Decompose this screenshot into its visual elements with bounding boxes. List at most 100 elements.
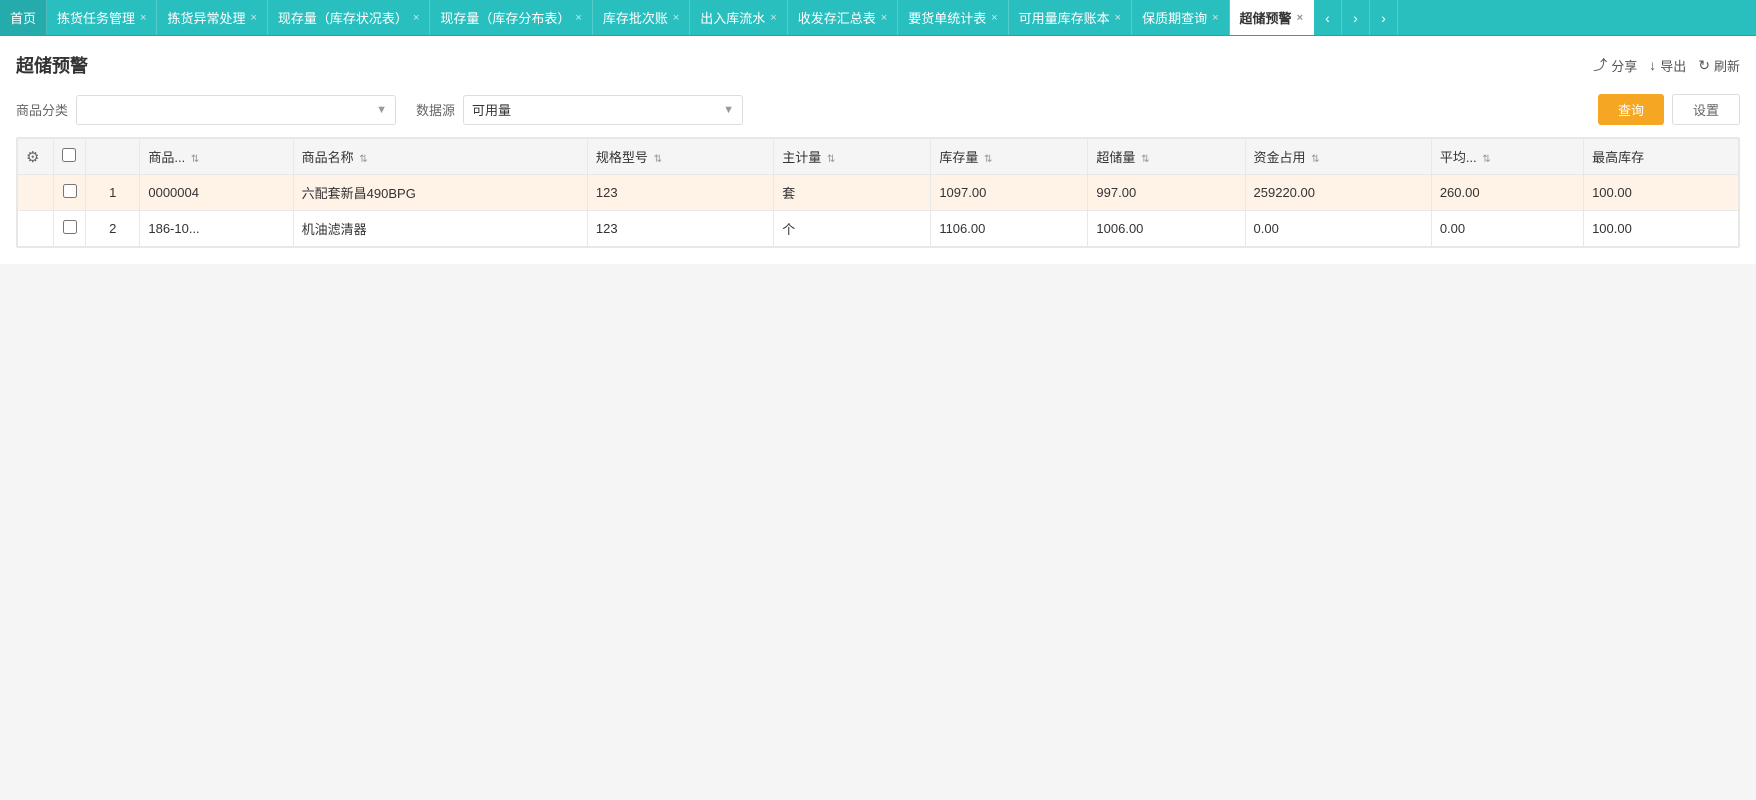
th-spec[interactable]: 规格型号 ⇅ — [587, 139, 773, 175]
nav-item-stock-status[interactable]: 现存量（库存状况表） × — [268, 0, 430, 36]
datasource-value: 可用量 — [472, 100, 511, 119]
close-icon-quality[interactable]: × — [1212, 12, 1218, 24]
category-arrow-icon: ▼ — [376, 104, 387, 116]
nav-next-arrow[interactable]: › — [1342, 0, 1370, 36]
export-label: 导出 — [1660, 56, 1686, 75]
gear-icon[interactable]: ⚙ — [26, 149, 39, 166]
th-max-stock[interactable]: 最高库存 — [1584, 139, 1739, 175]
th-product-name[interactable]: 商品名称 ⇅ — [293, 139, 587, 175]
share-button[interactable]: ⤴ 分享 — [1593, 55, 1637, 75]
sort-icon-product-name: ⇅ — [359, 154, 367, 165]
close-icon-summary[interactable]: × — [881, 12, 887, 24]
data-table: ⚙ 商品... ⇅ 商品名称 ⇅ 规格型号 — [17, 138, 1739, 247]
nav-item-overstock[interactable]: 超储预警 × — [1230, 0, 1314, 36]
page-title: 超储预警 — [16, 52, 88, 78]
nav-item-inout[interactable]: 出入库流水 × — [690, 0, 787, 36]
table-header-row: ⚙ 商品... ⇅ 商品名称 ⇅ 规格型号 — [18, 139, 1739, 175]
nav-item-stock-dist[interactable]: 现存量（库存分布表） × — [430, 0, 592, 36]
header-actions: ⤴ 分享 ↓ 导出 ↻ 刷新 — [1593, 55, 1740, 75]
nav-label-avail: 可用量库存账本 — [1019, 8, 1110, 27]
nav-prev-arrow[interactable]: ‹ — [1314, 0, 1342, 36]
export-button[interactable]: ↓ 导出 — [1649, 56, 1686, 75]
nav-item-exception[interactable]: 拣货异常处理 × — [157, 0, 267, 36]
table-row: 2 186-10... 机油滤清器 123 个 1106.00 1006.00 … — [18, 211, 1739, 247]
th-avg[interactable]: 平均... ⇅ — [1431, 139, 1583, 175]
td-product-name-0: 六配套新昌490BPG — [293, 175, 587, 211]
nav-label-overstock: 超储预警 — [1240, 8, 1292, 27]
th-product-code[interactable]: 商品... ⇅ — [140, 139, 293, 175]
td-row-num-0: 1 — [86, 175, 140, 211]
close-icon-batch[interactable]: × — [673, 12, 679, 24]
th-fund-occ[interactable]: 资金占用 ⇅ — [1245, 139, 1431, 175]
td-product-code-1: 186-10... — [140, 211, 293, 247]
datasource-filter-group: 数据源 可用量 ▼ — [416, 95, 743, 125]
td-overstock-1: 1006.00 — [1088, 211, 1245, 247]
nav-item-avail[interactable]: 可用量库存账本 × — [1009, 0, 1132, 36]
nav-item-batch[interactable]: 库存批次账 × — [593, 0, 690, 36]
sort-icon-spec: ⇅ — [654, 154, 662, 165]
sort-icon-stock: ⇅ — [984, 154, 992, 165]
nav-label-stock-status: 现存量（库存状况表） — [278, 8, 408, 27]
select-all-checkbox[interactable] — [62, 148, 76, 162]
query-button[interactable]: 查询 — [1598, 94, 1664, 125]
datasource-label: 数据源 — [416, 100, 455, 119]
nav-item-home[interactable]: 首页 — [0, 0, 47, 36]
sort-icon-fund-occ: ⇅ — [1311, 154, 1319, 165]
td-avg-0: 260.00 — [1431, 175, 1583, 211]
settings-button[interactable]: 设置 — [1672, 94, 1740, 125]
td-row-actions-1 — [18, 211, 54, 247]
share-icon: ⤴ — [1593, 55, 1607, 75]
nav-label-task: 拣货任务管理 — [57, 8, 135, 27]
row-checkbox-0[interactable] — [63, 184, 77, 198]
refresh-icon: ↻ — [1698, 57, 1710, 74]
datasource-arrow-icon: ▼ — [723, 104, 734, 116]
td-checkbox-0[interactable] — [54, 175, 86, 211]
page-header: 超储预警 ⤴ 分享 ↓ 导出 ↻ 刷新 — [16, 52, 1740, 78]
close-icon-overstock[interactable]: × — [1297, 12, 1303, 24]
close-icon-req[interactable]: × — [991, 12, 997, 24]
close-icon-avail[interactable]: × — [1115, 12, 1121, 24]
td-max-stock-1: 100.00 — [1584, 211, 1739, 247]
nav-item-req[interactable]: 要货单统计表 × — [898, 0, 1008, 36]
category-select[interactable]: ▼ — [76, 95, 396, 125]
category-filter-group: 商品分类 ▼ — [16, 95, 396, 125]
nav-item-summary[interactable]: 收发存汇总表 × — [788, 0, 898, 36]
nav-label-summary: 收发存汇总表 — [798, 8, 876, 27]
close-icon-inout[interactable]: × — [770, 12, 776, 24]
td-overstock-0: 997.00 — [1088, 175, 1245, 211]
td-spec-0: 123 — [587, 175, 773, 211]
nav-label-exception: 拣货异常处理 — [167, 8, 245, 27]
close-icon-task[interactable]: × — [140, 12, 146, 24]
nav-item-quality[interactable]: 保质期查询 × — [1132, 0, 1229, 36]
table-container: ⚙ 商品... ⇅ 商品名称 ⇅ 规格型号 — [16, 137, 1740, 248]
share-label: 分享 — [1611, 56, 1637, 75]
th-stock[interactable]: 库存量 ⇅ — [931, 139, 1088, 175]
th-overstock[interactable]: 超储量 ⇅ — [1088, 139, 1245, 175]
sort-icon-avg: ⇅ — [1482, 154, 1490, 165]
export-icon: ↓ — [1649, 57, 1656, 73]
main-content: 超储预警 ⤴ 分享 ↓ 导出 ↻ 刷新 商品分类 ▼ 数据源 — [0, 36, 1756, 264]
nav-label-inout: 出入库流水 — [700, 8, 765, 27]
sort-icon-overstock: ⇅ — [1141, 154, 1149, 165]
th-row-num — [86, 139, 140, 175]
nav-label-batch: 库存批次账 — [603, 8, 668, 27]
close-icon-exception[interactable]: × — [250, 12, 256, 24]
td-fund-occ-0: 259220.00 — [1245, 175, 1431, 211]
th-checkbox[interactable] — [54, 139, 86, 175]
close-icon-stock-dist[interactable]: × — [575, 12, 581, 24]
nav-item-task[interactable]: 拣货任务管理 × — [47, 0, 157, 36]
td-product-code-0: 0000004 — [140, 175, 293, 211]
td-row-num-1: 2 — [86, 211, 140, 247]
td-max-stock-0: 100.00 — [1584, 175, 1739, 211]
close-icon-stock-status[interactable]: × — [413, 12, 419, 24]
td-checkbox-1[interactable] — [54, 211, 86, 247]
td-stock-1: 1106.00 — [931, 211, 1088, 247]
th-unit[interactable]: 主计量 ⇅ — [774, 139, 931, 175]
nav-more-arrow[interactable]: › — [1370, 0, 1398, 36]
td-row-actions-0 — [18, 175, 54, 211]
nav-label-req: 要货单统计表 — [908, 8, 986, 27]
refresh-button[interactable]: ↻ 刷新 — [1698, 56, 1740, 75]
row-checkbox-1[interactable] — [63, 220, 77, 234]
th-settings[interactable]: ⚙ — [18, 139, 54, 175]
datasource-select[interactable]: 可用量 ▼ — [463, 95, 743, 125]
